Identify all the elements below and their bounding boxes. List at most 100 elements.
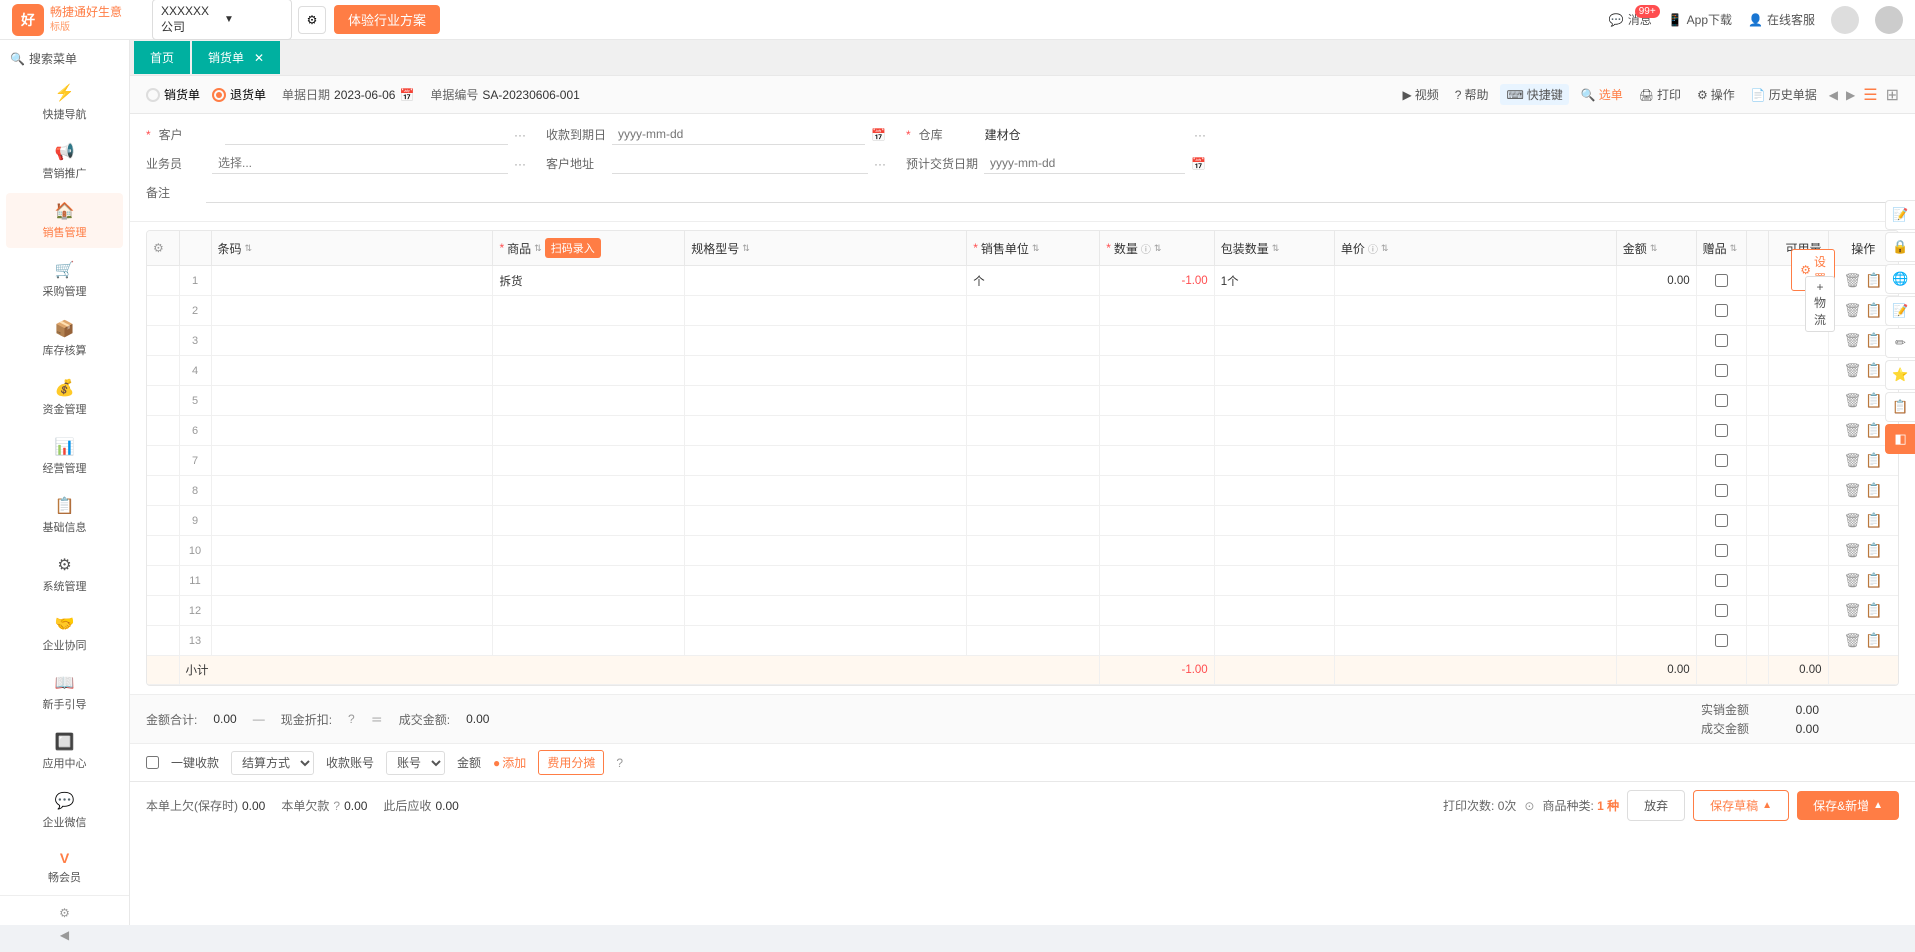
copy-row-icon[interactable]: 📋 xyxy=(1865,392,1882,409)
delete-row-icon[interactable]: 🗑 xyxy=(1844,272,1862,289)
sidebar-item-sales[interactable]: 🏠 销售管理 xyxy=(6,193,123,248)
delete-row-icon[interactable]: 🗑 xyxy=(1844,602,1862,619)
copy-row-icon[interactable]: 📋 xyxy=(1865,482,1882,499)
delete-row-icon[interactable]: 🗑 xyxy=(1844,392,1862,409)
row-barcode-cell[interactable] xyxy=(211,326,493,356)
right-icon-active[interactable]: ◧ xyxy=(1885,424,1915,454)
delete-row-icon[interactable]: 🗑 xyxy=(1844,632,1862,649)
spec-sort-icon[interactable]: ⇅ xyxy=(742,243,750,254)
tab-close-button[interactable]: ✕ xyxy=(254,51,264,65)
spec-input[interactable] xyxy=(691,484,960,498)
copy-row-icon[interactable]: 📋 xyxy=(1865,302,1882,319)
row-barcode-cell[interactable] xyxy=(211,566,493,596)
help-button[interactable]: ? 帮助 xyxy=(1451,84,1493,105)
delete-row-icon[interactable]: 🗑 xyxy=(1844,332,1862,349)
price-input[interactable] xyxy=(1341,514,1610,528)
spec-input[interactable] xyxy=(691,634,960,648)
row-price-cell[interactable] xyxy=(1334,416,1616,446)
price-input[interactable] xyxy=(1341,364,1610,378)
row-barcode-cell[interactable] xyxy=(211,296,493,326)
delete-row-icon[interactable]: 🗑 xyxy=(1844,572,1862,589)
row-barcode-cell[interactable] xyxy=(211,356,493,386)
app-download-button[interactable]: 📱 App下载 xyxy=(1668,11,1732,28)
sidebar-search[interactable]: 🔍 搜索菜单 xyxy=(0,44,129,73)
sidebar-item-marketing[interactable]: 📢 营销推广 xyxy=(6,134,123,189)
row-spec-cell[interactable] xyxy=(685,566,967,596)
discard-button[interactable]: 放弃 xyxy=(1627,790,1685,821)
receipt-date-input[interactable] xyxy=(612,124,865,145)
row-price-cell[interactable] xyxy=(1334,326,1616,356)
row-price-cell[interactable] xyxy=(1334,596,1616,626)
sidebar-item-finance[interactable]: 💰 资金管理 xyxy=(6,370,123,425)
gift-checkbox[interactable] xyxy=(1715,454,1728,467)
barcode-input[interactable] xyxy=(218,334,487,348)
spec-input[interactable] xyxy=(691,364,960,378)
row-spec-cell[interactable] xyxy=(685,326,967,356)
price-input[interactable] xyxy=(1341,574,1610,588)
gift-checkbox[interactable] xyxy=(1715,604,1728,617)
copy-row-icon[interactable]: 📋 xyxy=(1865,632,1882,649)
barcode-input[interactable] xyxy=(218,274,487,288)
sidebar-item-appstore[interactable]: 🔲 应用中心 xyxy=(6,724,123,779)
row-spec-cell[interactable] xyxy=(685,506,967,536)
row-barcode-cell[interactable] xyxy=(211,416,493,446)
sidebar-item-operation[interactable]: 📊 经营管理 xyxy=(6,429,123,484)
row-price-cell[interactable] xyxy=(1334,356,1616,386)
spec-input[interactable] xyxy=(691,394,960,408)
copy-row-icon[interactable]: 📋 xyxy=(1865,272,1882,289)
warehouse-more-icon[interactable]: ··· xyxy=(1194,128,1206,142)
row-spec-cell[interactable] xyxy=(685,416,967,446)
row-spec-cell[interactable] xyxy=(685,476,967,506)
delete-row-icon[interactable]: 🗑 xyxy=(1844,362,1862,379)
right-icon-note[interactable]: 📝 xyxy=(1885,200,1915,230)
price-input[interactable] xyxy=(1341,424,1610,438)
copy-row-icon[interactable]: 📋 xyxy=(1865,422,1882,439)
copy-row-icon[interactable]: 📋 xyxy=(1865,362,1882,379)
delete-row-icon[interactable]: 🗑 xyxy=(1844,482,1862,499)
customer-address-input[interactable] xyxy=(612,153,868,174)
spec-input[interactable] xyxy=(691,334,960,348)
trial-button[interactable]: 体验行业方案 xyxy=(334,5,440,34)
payment-method-select[interactable]: 结算方式 xyxy=(231,751,314,775)
view-mode-list[interactable]: ☰ xyxy=(1863,85,1877,105)
row-barcode-cell[interactable] xyxy=(211,536,493,566)
barcode-input[interactable] xyxy=(218,574,487,588)
barcode-input[interactable] xyxy=(218,304,487,318)
delete-row-icon[interactable]: 🗑 xyxy=(1844,422,1862,439)
add-payment-button[interactable]: ● 添加 xyxy=(493,754,526,771)
print-button[interactable]: 🖨 打印 xyxy=(1635,84,1685,105)
price-input[interactable] xyxy=(1341,304,1610,318)
spec-input[interactable] xyxy=(691,544,960,558)
gift-sort-icon[interactable]: ⇅ xyxy=(1730,243,1738,254)
price-input[interactable] xyxy=(1341,274,1610,288)
sidebar-settings-icon[interactable]: ⚙ xyxy=(59,906,70,920)
spec-input[interactable] xyxy=(691,304,960,318)
row-spec-cell[interactable] xyxy=(685,596,967,626)
unit-sort-icon[interactable]: ⇅ xyxy=(1032,243,1040,254)
price-sort-icon[interactable]: ⇅ xyxy=(1381,243,1389,254)
barcode-input[interactable] xyxy=(218,634,487,648)
price-input[interactable] xyxy=(1341,334,1610,348)
right-icon-lock[interactable]: 🔒 xyxy=(1885,232,1915,262)
receipt-date-calendar-icon[interactable]: 📅 xyxy=(871,128,886,142)
barcode-input[interactable] xyxy=(218,394,487,408)
row-price-cell[interactable] xyxy=(1334,506,1616,536)
video-button[interactable]: ▶ 视频 xyxy=(1399,84,1443,105)
product-sort-icon[interactable]: ⇅ xyxy=(534,243,542,254)
delivery-calendar-icon[interactable]: 📅 xyxy=(1191,157,1206,171)
gift-checkbox[interactable] xyxy=(1715,394,1728,407)
sidebar-collapse-icon[interactable]: ◀ xyxy=(60,928,69,942)
spec-input[interactable] xyxy=(691,274,960,288)
save-draft-button[interactable]: 保存草稿 ▲ xyxy=(1693,790,1789,821)
company-selector[interactable]: XXXXXX公司 ▼ xyxy=(152,0,292,40)
price-input[interactable] xyxy=(1341,634,1610,648)
view-mode-grid[interactable]: ⊞ xyxy=(1886,85,1899,105)
gift-checkbox[interactable] xyxy=(1715,484,1728,497)
row-price-cell[interactable] xyxy=(1334,536,1616,566)
row-price-cell[interactable] xyxy=(1334,626,1616,656)
row-price-cell[interactable] xyxy=(1334,296,1616,326)
history-button[interactable]: 📄 历史单据 xyxy=(1747,84,1821,105)
barcode-input[interactable] xyxy=(218,604,487,618)
barcode-sort-icon[interactable]: ⇅ xyxy=(245,243,253,254)
sidebar-item-wechat[interactable]: 💬 企业微信 xyxy=(6,783,123,838)
